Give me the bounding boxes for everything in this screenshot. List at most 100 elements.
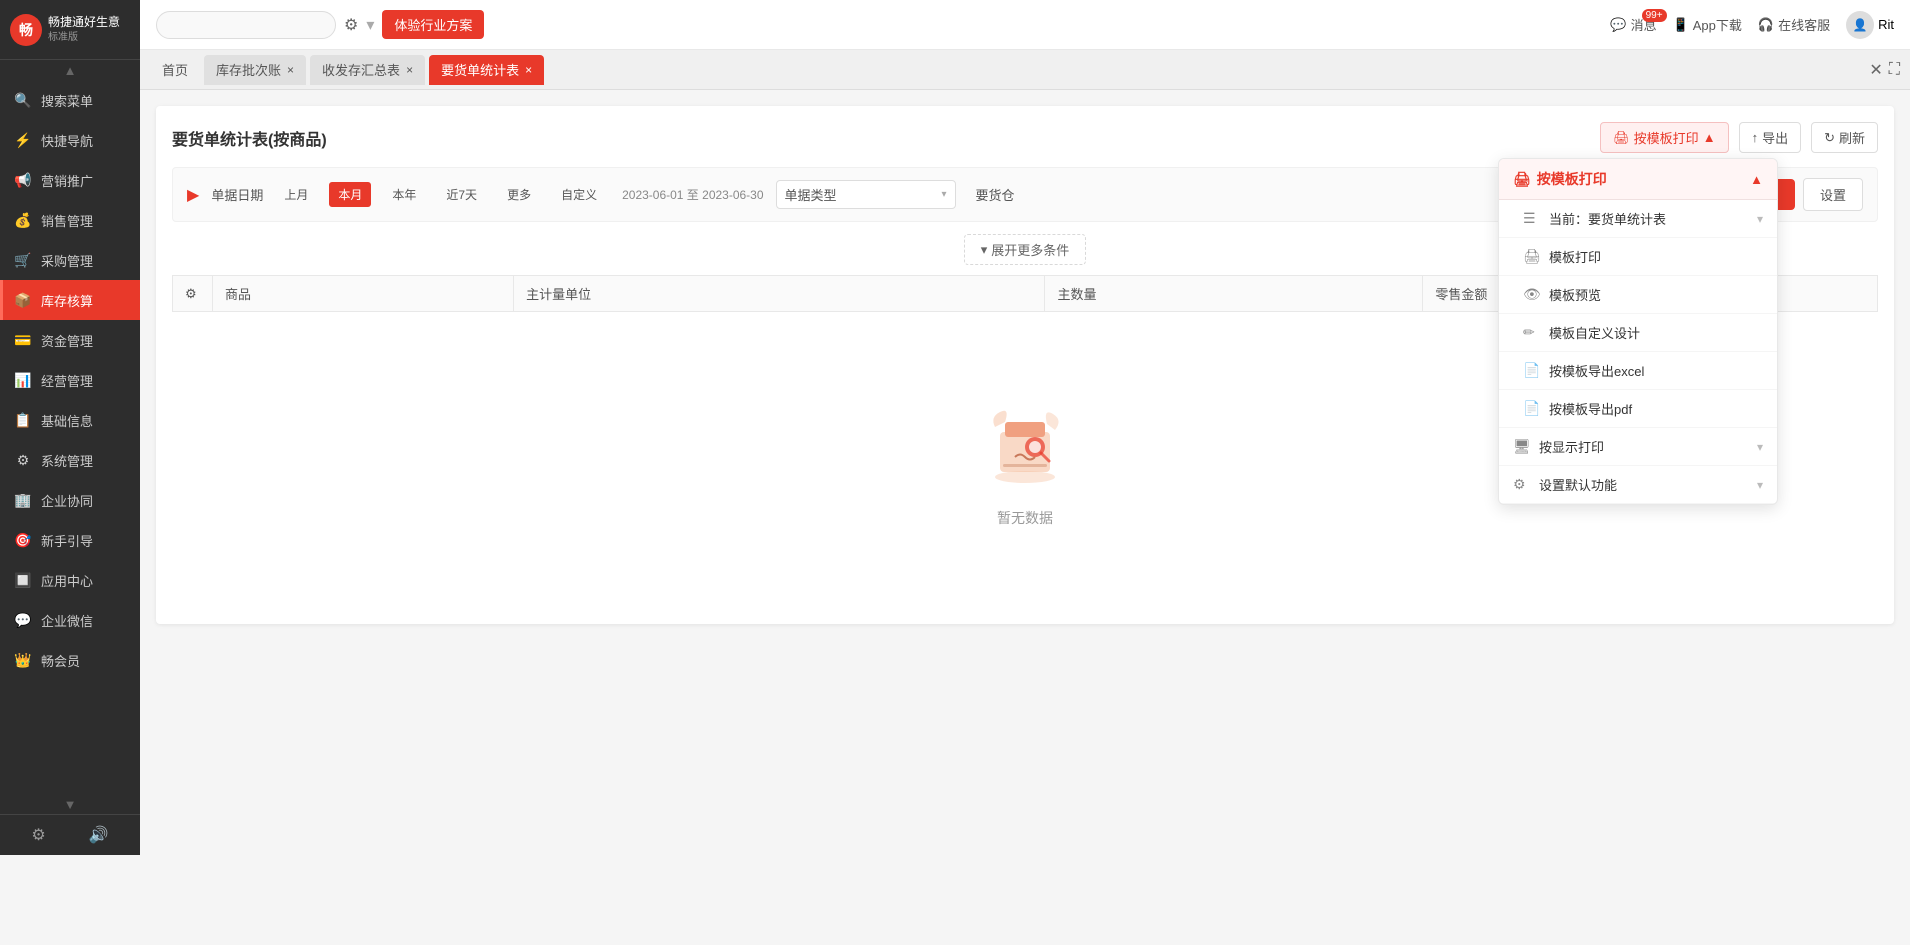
settings-bottom-icon[interactable]: ⚙ xyxy=(31,825,45,845)
empty-text: 暂无数据 xyxy=(997,508,1053,528)
topbar-search-input[interactable] xyxy=(156,11,336,39)
app-logo: 畅 畅捷通好生意 标准版 xyxy=(0,0,140,60)
export-btn[interactable]: ↑ 导出 xyxy=(1739,122,1802,153)
default-func-icon: ⚙ xyxy=(1513,476,1531,493)
dropdown-template-design[interactable]: ✏ 模板自定义设计 xyxy=(1499,314,1777,352)
sidebar-item-app-center[interactable]: 🔲 应用中心 xyxy=(0,560,140,600)
date-btn-custom[interactable]: 自定义 xyxy=(552,182,606,207)
sidebar-item-wechat[interactable]: 💬 企业微信 xyxy=(0,600,140,640)
table-header-product: 商品 xyxy=(213,276,514,312)
empty-illustration xyxy=(975,392,1075,492)
export-btn-label: 导出 xyxy=(1762,128,1788,147)
tab-inventory-batch[interactable]: 库存批次账 × xyxy=(204,55,306,85)
enterprise-icon: 🏢 xyxy=(13,490,33,510)
sidebar-label-system: 系统管理 xyxy=(41,451,93,470)
sidebar-label-search: 搜索菜单 xyxy=(41,91,93,110)
tab-maximize-icon[interactable]: ⛶ xyxy=(1889,61,1900,79)
sidebar-label-enterprise: 企业协同 xyxy=(41,491,93,510)
dropdown-header: 🖨 按模板打印 ▲ xyxy=(1499,159,1777,200)
online-service-btn[interactable]: 🎧 在线客服 xyxy=(1758,15,1830,34)
dropdown-title-text: 按模板打印 xyxy=(1537,169,1607,189)
date-btn-last-month[interactable]: 上月 xyxy=(275,182,317,207)
dropdown-template-print[interactable]: 🖨 模板打印 xyxy=(1499,238,1777,276)
app-download-btn[interactable]: 📱 App下载 xyxy=(1673,15,1742,34)
logo-icon: 畅 xyxy=(10,14,42,46)
topbar-dropdown-icon[interactable]: ▾ xyxy=(366,15,374,35)
date-btn-7days[interactable]: 近7天 xyxy=(437,182,486,207)
sidebar-nav: 🔍 搜索菜单 ⚡ 快捷导航 📢 营销推广 💰 销售管理 🛒 采购管理 📦 库存核… xyxy=(0,80,140,794)
topbar-right: 💬 消息 99+ 📱 App下载 🎧 在线客服 👤 Rit xyxy=(1610,11,1894,39)
tabs-bar: 首页 库存批次账 × 收发存汇总表 × 要货单统计表 × ✕ ⛶ xyxy=(140,50,1910,90)
trial-button[interactable]: 体验行业方案 xyxy=(382,10,484,39)
tab-inventory-batch-label: 库存批次账 xyxy=(216,60,281,79)
guide-icon: 🎯 xyxy=(13,530,33,550)
tab-close-all-icon[interactable]: ✕ xyxy=(1869,60,1882,80)
sidebar-item-marketing[interactable]: 📢 营销推广 xyxy=(0,160,140,200)
sidebar-item-basic[interactable]: 📋 基础信息 xyxy=(0,400,140,440)
template-print-icon: 🖨 xyxy=(1523,248,1541,265)
type-select-arrow: ▾ xyxy=(942,189,947,200)
logo-char: 畅 xyxy=(19,20,33,40)
sidebar-label-finance: 资金管理 xyxy=(41,331,93,350)
dropdown-template-pdf[interactable]: 📄 按模板导出pdf xyxy=(1499,390,1777,428)
sidebar-item-operation[interactable]: 📊 经营管理 xyxy=(0,360,140,400)
table-header-settings[interactable]: ⚙ xyxy=(173,276,213,312)
tab-home-label: 首页 xyxy=(162,60,188,79)
dropdown-template-pdf-label: 按模板导出pdf xyxy=(1549,399,1632,418)
sidebar-item-sales[interactable]: 💰 销售管理 xyxy=(0,200,140,240)
dropdown-current-template[interactable]: ☰ 当前：要货单统计表 ▾ xyxy=(1499,200,1777,238)
user-btn[interactable]: 👤 Rit xyxy=(1846,11,1894,39)
sidebar-label-basic: 基础信息 xyxy=(41,411,93,430)
dropdown-collapse-icon[interactable]: ▲ xyxy=(1750,172,1763,187)
date-btn-this-month[interactable]: 本月 xyxy=(329,182,371,207)
basic-icon: 📋 xyxy=(13,410,33,430)
tab-receipt-summary[interactable]: 收发存汇总表 × xyxy=(310,55,425,85)
template-select-icon: ☰ xyxy=(1523,210,1541,227)
refresh-btn[interactable]: ↻ 刷新 xyxy=(1811,122,1878,153)
topbar-gear-icon[interactable]: ⚙ xyxy=(344,15,358,35)
tab-receipt-summary-close[interactable]: × xyxy=(406,63,413,77)
online-service-label: 在线客服 xyxy=(1778,15,1830,34)
sidebar-item-enterprise[interactable]: 🏢 企业协同 xyxy=(0,480,140,520)
dropdown-display-print[interactable]: 🖥 按显示打印 ▾ xyxy=(1499,428,1777,466)
sidebar-label-guide: 新手引导 xyxy=(41,531,93,550)
refresh-btn-label: 刷新 xyxy=(1839,128,1865,147)
sidebar-label-inventory: 库存核算 xyxy=(41,291,93,310)
date-btn-this-year[interactable]: 本年 xyxy=(383,182,425,207)
export-icon: ↑ xyxy=(1752,130,1759,145)
sidebar-item-quick-nav[interactable]: ⚡ 快捷导航 xyxy=(0,120,140,160)
dropdown-template-excel[interactable]: 📄 按模板导出excel xyxy=(1499,352,1777,390)
date-btn-more[interactable]: 更多 xyxy=(498,182,540,207)
dropdown-template-preview[interactable]: 👁 模板预览 xyxy=(1499,276,1777,314)
topbar-left: ⚙ ▾ 体验行业方案 xyxy=(156,10,484,39)
scroll-down-btn[interactable]: ▼ xyxy=(0,794,140,814)
expand-conditions-btn[interactable]: ▾ 展开更多条件 xyxy=(964,234,1087,265)
filter-expand-icon[interactable]: ▶ xyxy=(187,185,199,205)
tab-order-stats[interactable]: 要货单统计表 × xyxy=(429,55,544,85)
dropdown-default-func[interactable]: ⚙ 设置默认功能 ▾ xyxy=(1499,466,1777,504)
dropdown-current-label: 当前：要货单统计表 xyxy=(1549,209,1666,228)
print-dropdown-arrow[interactable]: ▲ xyxy=(1703,130,1716,145)
sidebar-item-member[interactable]: 👑 畅会员 xyxy=(0,640,140,680)
speaker-icon[interactable]: 🔊 xyxy=(89,825,109,845)
print-btn[interactable]: 🖨 按模板打印 ▲ xyxy=(1600,122,1728,153)
sidebar-item-search[interactable]: 🔍 搜索菜单 xyxy=(0,80,140,120)
headset-icon: 🎧 xyxy=(1758,17,1774,33)
type-label: 单据类型 xyxy=(785,185,837,204)
setting-btn[interactable]: 设置 xyxy=(1803,178,1863,211)
tab-inventory-batch-close[interactable]: × xyxy=(287,63,294,77)
notice-btn[interactable]: 💬 消息 99+ xyxy=(1610,15,1656,34)
scroll-up-btn[interactable]: ▲ xyxy=(0,60,140,80)
tab-order-stats-close[interactable]: × xyxy=(525,63,532,77)
avatar: 👤 xyxy=(1846,11,1874,39)
sidebar-item-system[interactable]: ⚙ 系统管理 xyxy=(0,440,140,480)
sidebar-item-guide[interactable]: 🎯 新手引导 xyxy=(0,520,140,560)
template-pdf-icon: 📄 xyxy=(1523,400,1541,417)
sidebar-item-purchase[interactable]: 🛒 采购管理 xyxy=(0,240,140,280)
type-select[interactable]: 单据类型 ▾ xyxy=(776,180,956,209)
sidebar-item-finance[interactable]: 💳 资金管理 xyxy=(0,320,140,360)
tab-home[interactable]: 首页 xyxy=(150,55,200,85)
dropdown-template-design-label: 模板自定义设计 xyxy=(1549,323,1640,342)
notice-icon: 💬 xyxy=(1610,17,1626,33)
sidebar-item-inventory[interactable]: 📦 库存核算 xyxy=(0,280,140,320)
